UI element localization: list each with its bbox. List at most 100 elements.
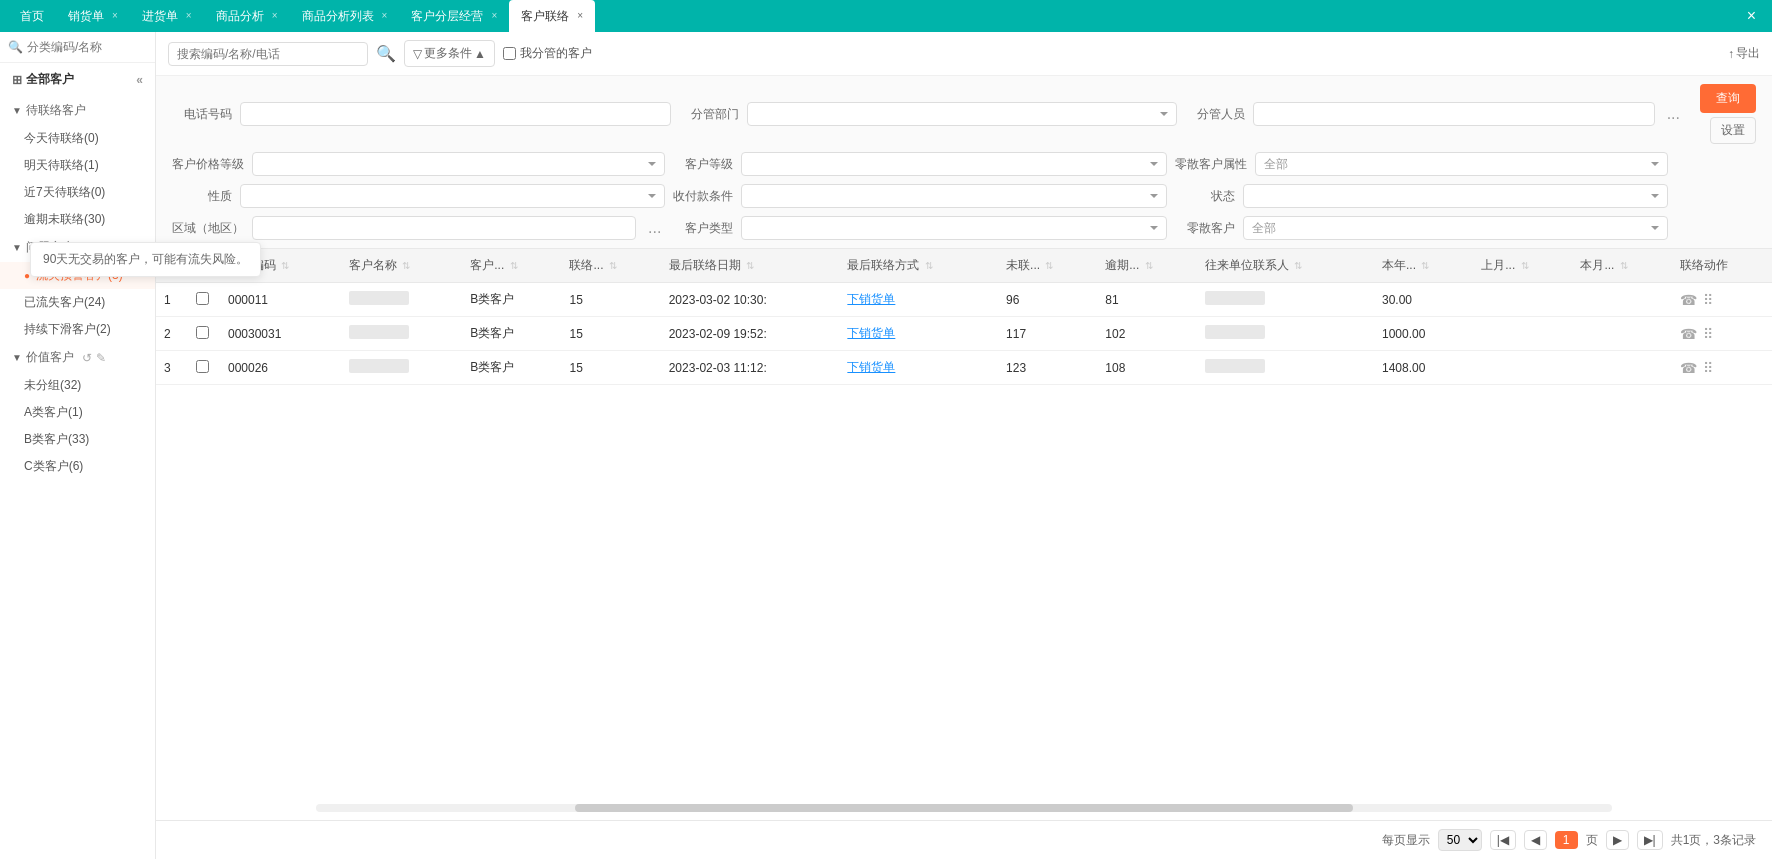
sort-icon-last-month: ⇅ [1521, 260, 1529, 271]
row2-select[interactable] [196, 326, 209, 339]
export-button[interactable]: ↑ 导出 [1728, 45, 1760, 62]
region-dots[interactable]: ... [644, 219, 665, 237]
row2-more-icon[interactable]: ⠿ [1703, 326, 1713, 342]
col-last-month[interactable]: 上月... ⇅ [1473, 249, 1572, 283]
nav-customer-contact-close[interactable]: × [577, 0, 583, 32]
row1-last-way[interactable]: 下销货单 [839, 283, 998, 317]
phone-input[interactable] [240, 102, 671, 126]
sidebar-item-class-a[interactable]: A类客户(1) [0, 399, 155, 426]
nav-customer-segment-close[interactable]: × [491, 0, 497, 32]
nav-sales-close[interactable]: × [112, 0, 118, 32]
row2-checkbox [188, 317, 220, 351]
col-actions: 联络动作 [1672, 249, 1772, 283]
row1-more-icon[interactable]: ⠿ [1703, 292, 1713, 308]
col-contact[interactable]: 联络... ⇅ [561, 249, 660, 283]
filter-row-2: 客户价格等级 客户等级 零散客户属性 全部 [172, 152, 1756, 176]
retail-customer-select[interactable]: 全部 [1243, 216, 1668, 240]
sidebar-item-class-c[interactable]: C类客户(6) [0, 453, 155, 480]
horizontal-scrollbar[interactable] [316, 804, 1612, 812]
sort-icon-last-way: ⇅ [925, 260, 933, 271]
more-conditions-button[interactable]: ▽ 更多条件 ▲ [404, 40, 495, 67]
sidebar-item-tomorrow[interactable]: 明天待联络(1) [0, 152, 155, 179]
sidebar-group-pending[interactable]: ▼ 待联络客户 [0, 96, 155, 125]
col-overdue[interactable]: 逾期... ⇅ [1097, 249, 1196, 283]
search-input[interactable] [168, 42, 368, 66]
sidebar-all-customers[interactable]: ⊞ 全部客户 « [0, 63, 155, 96]
col-this-month[interactable]: 本月... ⇅ [1572, 249, 1671, 283]
next-page-btn[interactable]: ▶ [1606, 830, 1629, 850]
nav-customer-segment[interactable]: 客户分层经营 × [399, 0, 509, 32]
col-type[interactable]: 客户... ⇅ [462, 249, 561, 283]
last-page-btn[interactable]: ▶| [1637, 830, 1663, 850]
query-button[interactable]: 查询 [1700, 84, 1756, 113]
my-customer-checkbox[interactable] [503, 47, 516, 60]
table-row: 1 000011 B类客户 15 2023-03-02 10:30: 下销货单 … [156, 283, 1772, 317]
filter-row-1: 电话号码 分管部门 分管人员 ... 查询 设置 [172, 84, 1756, 144]
customer-type-select[interactable] [741, 216, 1166, 240]
refresh-icon[interactable]: ↺ [82, 351, 92, 365]
region-input[interactable] [252, 216, 636, 240]
sidebar-item-7days[interactable]: 近7天待联络(0) [0, 179, 155, 206]
col-this-year[interactable]: 本年... ⇅ [1374, 249, 1473, 283]
edit-icon[interactable]: ✎ [96, 351, 106, 365]
row3-num: 3 [156, 351, 188, 385]
filter-row-4: 区域（地区） ... 客户类型 零散客户 全部 [172, 216, 1756, 240]
col-contact-person[interactable]: 往来单位联系人 ⇅ [1197, 249, 1375, 283]
filter-customer-type: 客户类型 [673, 216, 1166, 240]
settings-button[interactable]: 设置 [1710, 117, 1756, 144]
row1-num: 1 [156, 283, 188, 317]
sidebar-item-ungrouped[interactable]: 未分组(32) [0, 372, 155, 399]
nav-purchase-close[interactable]: × [186, 0, 192, 32]
nav-product-list[interactable]: 商品分析列表 × [290, 0, 400, 32]
sidebar-collapse-btn[interactable]: « [136, 73, 143, 87]
row3-this-year: 1408.00 [1374, 351, 1473, 385]
filter-person: 分管人员 ... [1185, 102, 1684, 126]
sidebar-item-class-b[interactable]: B类客户(33) [0, 426, 155, 453]
sidebar-item-declining[interactable]: 持续下滑客户(2) [0, 316, 155, 343]
nav-home[interactable]: 首页 [8, 0, 56, 32]
nav-customer-contact[interactable]: 客户联络 × [509, 0, 595, 32]
row3-overdue: 108 [1097, 351, 1196, 385]
filter-region: 区域（地区） ... [172, 216, 665, 240]
prev-page-btn[interactable]: ◀ [1524, 830, 1547, 850]
nav-product-analysis-close[interactable]: × [272, 0, 278, 32]
scroll-thumb [575, 804, 1353, 812]
row1-contact-icon[interactable]: ☎ [1680, 292, 1697, 308]
first-page-btn[interactable]: |◀ [1490, 830, 1516, 850]
row1-contact-person [1197, 283, 1375, 317]
col-last-way[interactable]: 最后联络方式 ⇅ [839, 249, 998, 283]
nav-sales[interactable]: 销货单 × [56, 0, 130, 32]
sidebar-group-value[interactable]: ▼ 价值客户 ↺ ✎ [0, 343, 155, 372]
sidebar-item-today[interactable]: 今天待联络(0) [0, 125, 155, 152]
row3-contact-icon[interactable]: ☎ [1680, 360, 1697, 376]
search-button[interactable]: 🔍 [376, 44, 396, 63]
nav-product-analysis[interactable]: 商品分析 × [204, 0, 290, 32]
sidebar-search-input[interactable] [27, 40, 147, 54]
person-dots[interactable]: ... [1663, 105, 1684, 123]
row3-select[interactable] [196, 360, 209, 373]
row3-more-icon[interactable]: ⠿ [1703, 360, 1713, 376]
dept-select[interactable] [747, 102, 1178, 126]
row1-select[interactable] [196, 292, 209, 305]
row1-type: B类客户 [462, 283, 561, 317]
sidebar-item-overdue[interactable]: 逾期未联络(30) [0, 206, 155, 233]
person-input[interactable] [1253, 102, 1654, 126]
status-select[interactable] [1243, 184, 1668, 208]
sidebar-item-churned[interactable]: 已流失客户(24) [0, 289, 155, 316]
price-level-select[interactable] [252, 152, 665, 176]
row2-contact-icon[interactable]: ☎ [1680, 326, 1697, 342]
global-close-btn[interactable]: × [1739, 7, 1764, 25]
row2-last-way[interactable]: 下销货单 [839, 317, 998, 351]
row3-last-way[interactable]: 下销货单 [839, 351, 998, 385]
col-name[interactable]: 客户名称 ⇅ [341, 249, 462, 283]
nav-purchase[interactable]: 进货单 × [130, 0, 204, 32]
customer-level-select[interactable] [741, 152, 1166, 176]
payment-select[interactable] [741, 184, 1166, 208]
page-size-select[interactable]: 50 [1438, 829, 1482, 851]
retail-attr-select[interactable]: 全部 [1255, 152, 1668, 176]
col-not-contacted[interactable]: 未联... ⇅ [998, 249, 1097, 283]
col-last-date[interactable]: 最后联络日期 ⇅ [661, 249, 840, 283]
nav-product-list-close[interactable]: × [382, 0, 388, 32]
nature-select[interactable] [240, 184, 665, 208]
chevron-up-icon: ▲ [474, 47, 486, 61]
